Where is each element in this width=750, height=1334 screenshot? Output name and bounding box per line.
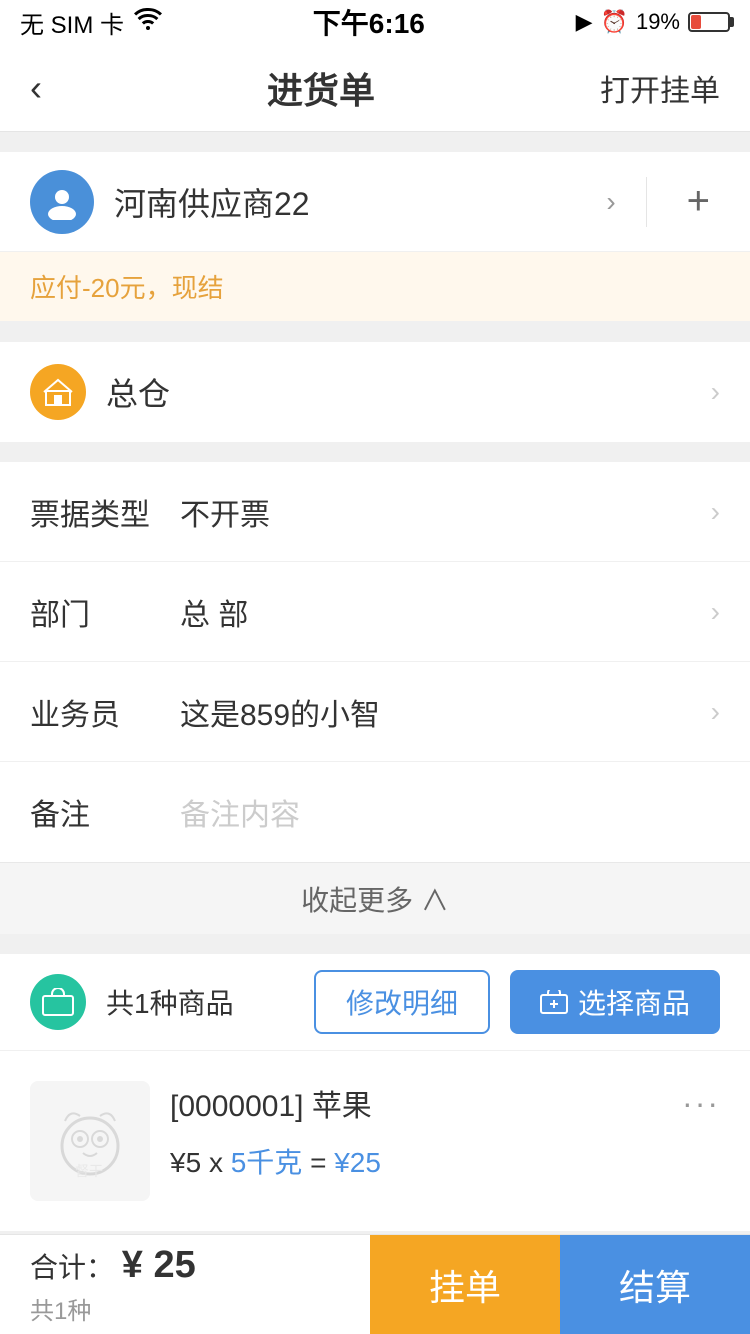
total-row: 合计： ¥ 25 xyxy=(30,1244,340,1287)
supplier-divider xyxy=(646,177,647,227)
invoice-type-label: 票据类型 xyxy=(30,490,170,534)
bottom-summary: 合计： ¥ 25 共1种 xyxy=(0,1235,370,1334)
salesperson-arrow-icon: › xyxy=(711,696,720,728)
warehouse-name: 总仓 xyxy=(106,369,711,415)
carrier-text: 无 SIM 卡 xyxy=(20,5,124,40)
select-product-label: 选择商品 xyxy=(578,982,690,1022)
supplier-avatar xyxy=(30,170,94,234)
remark-placeholder: 备注内容 xyxy=(170,790,720,834)
supplier-name: 河南供应商22 xyxy=(114,179,606,225)
product-name: [0000001] 苹果 xyxy=(170,1081,662,1125)
bottom-bar: 合计： ¥ 25 共1种 挂单 结算 xyxy=(0,1234,750,1334)
battery-percent: 19% xyxy=(636,9,680,35)
invoice-arrow-icon: › xyxy=(711,496,720,528)
remark-label: 备注 xyxy=(30,790,170,834)
product-section: 共1种商品 修改明细 选择商品 xyxy=(0,954,750,1231)
product-price-row: ¥5 x 5千克 = ¥25 xyxy=(170,1141,662,1181)
checkout-button[interactable]: 结算 xyxy=(560,1235,750,1334)
wifi-icon xyxy=(134,8,162,37)
notice-bar: 应付-20元，现结 xyxy=(0,252,750,322)
svg-text:督干: 督干 xyxy=(75,1163,103,1179)
product-item: 督干 [0000001] 苹果 ¥5 x 5千克 = ¥25 ··· xyxy=(0,1050,750,1231)
total-amount: ¥ 25 xyxy=(122,1244,196,1286)
pending-button[interactable]: 挂单 xyxy=(370,1235,560,1334)
product-total: ¥25 xyxy=(334,1147,381,1178)
product-title: 苹果 xyxy=(312,1090,372,1123)
product-quantity: 5千克 xyxy=(231,1147,303,1178)
supplier-section[interactable]: 河南供应商22 › + xyxy=(0,152,750,252)
salesperson-value: 这是859的小智 xyxy=(170,690,711,734)
dept-label: 部门 xyxy=(30,590,170,634)
nav-bar: ‹ 进货单 打开挂单 xyxy=(0,44,750,132)
select-product-button[interactable]: 选择商品 xyxy=(510,970,720,1034)
alarm-icon: ⏰ xyxy=(601,9,628,35)
warehouse-icon xyxy=(30,364,86,420)
product-count: 共1种商品 xyxy=(106,982,294,1022)
dept-row[interactable]: 部门 总 部 › xyxy=(0,562,750,662)
product-header-icon xyxy=(30,974,86,1030)
warehouse-arrow-icon: › xyxy=(711,376,720,408)
salesperson-label: 业务员 xyxy=(30,690,170,734)
location-icon: ▶ xyxy=(576,9,593,35)
salesperson-row[interactable]: 业务员 这是859的小智 › xyxy=(0,662,750,762)
dept-arrow-icon: › xyxy=(711,596,720,628)
status-time: 下午6:16 xyxy=(313,2,425,42)
battery-icon xyxy=(688,12,730,32)
supplier-arrow-icon: › xyxy=(606,186,615,218)
total-label: 合计： xyxy=(30,1252,114,1283)
product-thumbnail: 督干 xyxy=(30,1081,150,1201)
remark-row[interactable]: 备注 备注内容 xyxy=(0,762,750,862)
open-pending-button[interactable]: 打开挂单 xyxy=(600,66,720,110)
product-unit-price: ¥5 xyxy=(170,1147,201,1178)
invoice-type-row[interactable]: 票据类型 不开票 › xyxy=(0,462,750,562)
add-supplier-button[interactable]: + xyxy=(677,179,720,224)
product-info: [0000001] 苹果 ¥5 x 5千克 = ¥25 xyxy=(170,1081,662,1201)
divider-1 xyxy=(0,132,750,152)
product-more-button[interactable]: ··· xyxy=(682,1081,720,1201)
status-left: 无 SIM 卡 xyxy=(20,5,162,40)
product-code: [0000001] xyxy=(170,1090,303,1123)
item-count: 共1种 xyxy=(30,1291,340,1326)
collapse-more-button[interactable]: 收起更多 ∧ xyxy=(0,862,750,934)
product-header: 共1种商品 修改明细 选择商品 xyxy=(0,954,750,1050)
status-bar: 无 SIM 卡 下午6:16 ▶ ⏰ 19% xyxy=(0,0,750,44)
invoice-type-value: 不开票 xyxy=(170,490,711,534)
warehouse-section[interactable]: 总仓 › xyxy=(0,342,750,442)
back-button[interactable]: ‹ xyxy=(30,67,42,109)
page-title: 进货单 xyxy=(267,62,375,114)
status-right: ▶ ⏰ 19% xyxy=(576,9,730,35)
modify-detail-button[interactable]: 修改明细 xyxy=(314,970,490,1034)
form-section: 票据类型 不开票 › 部门 总 部 › 业务员 这是859的小智 › 备注 备注… xyxy=(0,462,750,862)
dept-value: 总 部 xyxy=(170,590,711,634)
